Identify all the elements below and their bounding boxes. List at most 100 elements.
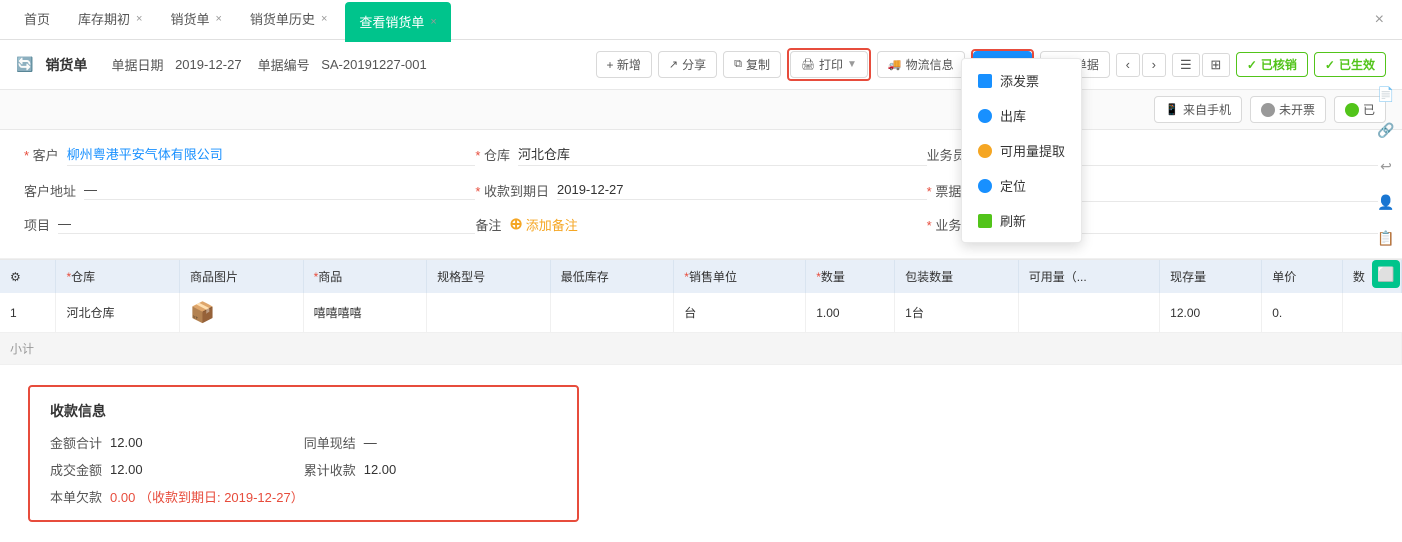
copy-button[interactable]: ⧉ 复制	[723, 51, 781, 78]
deal-amount-row: 成交金额 12.00	[50, 460, 304, 479]
cell-warehouse: 河北仓库	[56, 293, 180, 333]
not-opened-button[interactable]: 未开票	[1250, 96, 1326, 123]
new-button[interactable]: + 新增	[596, 51, 652, 78]
col-settings[interactable]: ⚙	[0, 260, 56, 293]
form-row-3: 项目 — 备注 ⊕ 添加备注 业务员孟 —	[24, 214, 1378, 234]
tab-inventory-init[interactable]: 库存期初 ×	[64, 0, 156, 40]
col-current-stock: 现存量	[1160, 260, 1262, 293]
form-section: 客户 柳州粤港平安气体有限公司 仓库 河北仓库 业务员 演示账号 客户地址 — …	[0, 130, 1402, 259]
same-order-settle-label: 同单现结	[304, 433, 356, 452]
total-amount-row: 金额合计 12.00	[50, 433, 304, 452]
cell-spec	[427, 293, 551, 333]
deal-amount-value: 12.00	[110, 462, 143, 477]
form-row-1: 客户 柳州粤港平安气体有限公司 仓库 河北仓库 业务员 演示账号	[24, 142, 1378, 166]
print-highlight-box: 🖨 打印 ▼	[787, 48, 871, 81]
col-sales-unit: *销售单位	[674, 260, 806, 293]
list-view-button[interactable]: ☰	[1172, 53, 1200, 77]
payment-info-title: 收款信息	[50, 401, 557, 421]
address-field: 客户地址 —	[24, 180, 475, 200]
logistics-button[interactable]: 🚚 物流信息	[877, 51, 965, 78]
warehouse-field: 仓库 河北仓库	[475, 142, 926, 166]
same-order-settle-row: 同单现结 —	[304, 433, 558, 452]
print-button[interactable]: 🖨 打印 ▼	[790, 51, 868, 78]
doc-date-label: 单据日期 2019-12-27	[111, 55, 241, 74]
due-date-note: （收款到期日: 2019-12-27）	[139, 490, 304, 505]
cell-current-stock: 12.00	[1160, 293, 1262, 333]
sidebar-undo-icon[interactable]: ↩	[1372, 152, 1400, 180]
grid-view-button[interactable]: ⊞	[1202, 53, 1230, 77]
tab-view-sales-close[interactable]: ×	[430, 16, 436, 28]
note-label: 备注	[475, 215, 509, 234]
current-owed-value: 0.00 （收款到期日: 2019-12-27）	[110, 487, 304, 506]
address-value: —	[84, 180, 475, 200]
sidebar-expand-icon[interactable]: ⬜	[1372, 260, 1400, 288]
note-field: 备注 ⊕ 添加备注	[475, 214, 926, 234]
view-toggle: ☰ ⊞	[1172, 53, 1230, 77]
cancelled-badge: ✓ 已核销	[1236, 52, 1308, 77]
payment-date-label: 收款到期日	[475, 181, 557, 200]
payment-info-section: 收款信息 金额合计 12.00 同单现结 — 成交金额 12.00 累计收款 1…	[0, 365, 1402, 542]
deal-amount-label: 成交金额	[50, 460, 102, 479]
cell-pack-qty: 1台	[895, 293, 1019, 333]
add-note-plus-icon: ⊕	[509, 214, 522, 234]
outbound-icon	[978, 109, 992, 123]
nav-prev-button[interactable]: ‹	[1116, 53, 1140, 77]
current-owed-row: 本单欠款 0.00 （收款到期日: 2019-12-27）	[50, 487, 304, 506]
cell-unit-price: 0.	[1262, 293, 1343, 333]
doc-number-label: 单据编号 SA-20191227-001	[258, 55, 427, 74]
tab-sales-history[interactable]: 销货单历史 ×	[236, 0, 341, 40]
tab-bar: 首页 库存期初 × 销货单 × 销货单历史 × 查看销货单 × ×	[0, 0, 1402, 40]
nav-arrows: ‹ ›	[1116, 53, 1166, 77]
cell-image: 📦	[180, 293, 304, 333]
cumulative-payment-value: 12.00	[364, 462, 397, 477]
col-image: 商品图片	[180, 260, 304, 293]
col-product: *商品	[303, 260, 427, 293]
current-owed-label: 本单欠款	[50, 487, 102, 506]
add-note-button[interactable]: ⊕ 添加备注	[509, 214, 577, 234]
warehouse-value: 河北仓库	[518, 142, 927, 166]
not-opened-icon	[1261, 103, 1275, 117]
dropdown-refresh[interactable]: 刷新	[962, 203, 1081, 238]
dropdown-available-qty[interactable]: 可用量提取	[962, 133, 1081, 168]
tab-sales-order-close[interactable]: ×	[215, 13, 221, 25]
tab-sales-order[interactable]: 销货单 ×	[156, 0, 235, 40]
total-amount-label: 金额合计	[50, 433, 102, 452]
product-image-icon: 📦	[190, 302, 215, 324]
col-unit-price: 单价	[1262, 260, 1343, 293]
dropdown-add-invoice[interactable]: 添发票	[962, 63, 1081, 98]
share-button[interactable]: ↗ 分享	[658, 51, 717, 78]
nav-next-button[interactable]: ›	[1142, 53, 1166, 77]
customer-label: 客户	[24, 145, 67, 164]
customer-value[interactable]: 柳州粤港平安气体有限公司	[67, 142, 476, 166]
tab-inventory-init-close[interactable]: ×	[136, 13, 142, 25]
sidebar-link-icon[interactable]: 🔗	[1372, 116, 1400, 144]
cumulative-payment-row: 累计收款 12.00	[304, 460, 558, 479]
table-header-row: ⚙ *仓库 商品图片 *商品 规格型号 最低库存 *销售单位 *数量 包装数量 …	[0, 260, 1402, 293]
document-toolbar: 🔄 销货单 单据日期 2019-12-27 单据编号 SA-20191227-0…	[0, 40, 1402, 90]
sidebar-edit-icon[interactable]: 📄	[1372, 80, 1400, 108]
tab-sales-history-close[interactable]: ×	[321, 13, 327, 25]
ops-dropdown-menu: 添发票 出库 可用量提取 定位 刷新	[961, 58, 1082, 243]
cell-min-stock	[550, 293, 674, 333]
check-icon	[1345, 103, 1359, 117]
col-min-stock: 最低库存	[550, 260, 674, 293]
dropdown-outbound[interactable]: 出库	[962, 98, 1081, 133]
sidebar-list-icon[interactable]: 📋	[1372, 224, 1400, 252]
product-table: ⚙ *仓库 商品图片 *商品 规格型号 最低库存 *销售单位 *数量 包装数量 …	[0, 260, 1402, 365]
customer-field: 客户 柳州粤港平安气体有限公司	[24, 142, 475, 166]
doc-icon: 🔄	[16, 56, 33, 73]
col-warehouse: *仓库	[56, 260, 180, 293]
subtotal-label: 小计	[0, 333, 1402, 365]
form-row-2: 客户地址 — 收款到期日 2019-12-27 票据类型 不开票	[24, 178, 1378, 202]
project-field: 项目 —	[24, 214, 475, 234]
refresh-icon	[978, 214, 992, 228]
cell-sales-unit: 台	[674, 293, 806, 333]
tab-view-sales[interactable]: 查看销货单 ×	[345, 2, 450, 42]
col-available: 可用量（...	[1018, 260, 1159, 293]
from-phone-button[interactable]: 📱 来自手机	[1154, 96, 1242, 123]
sidebar-user-icon[interactable]: 👤	[1372, 188, 1400, 216]
tab-home[interactable]: 首页	[10, 0, 64, 40]
total-amount-value: 12.00	[110, 435, 143, 450]
dropdown-locate[interactable]: 定位	[962, 168, 1081, 203]
project-value: —	[58, 214, 475, 234]
